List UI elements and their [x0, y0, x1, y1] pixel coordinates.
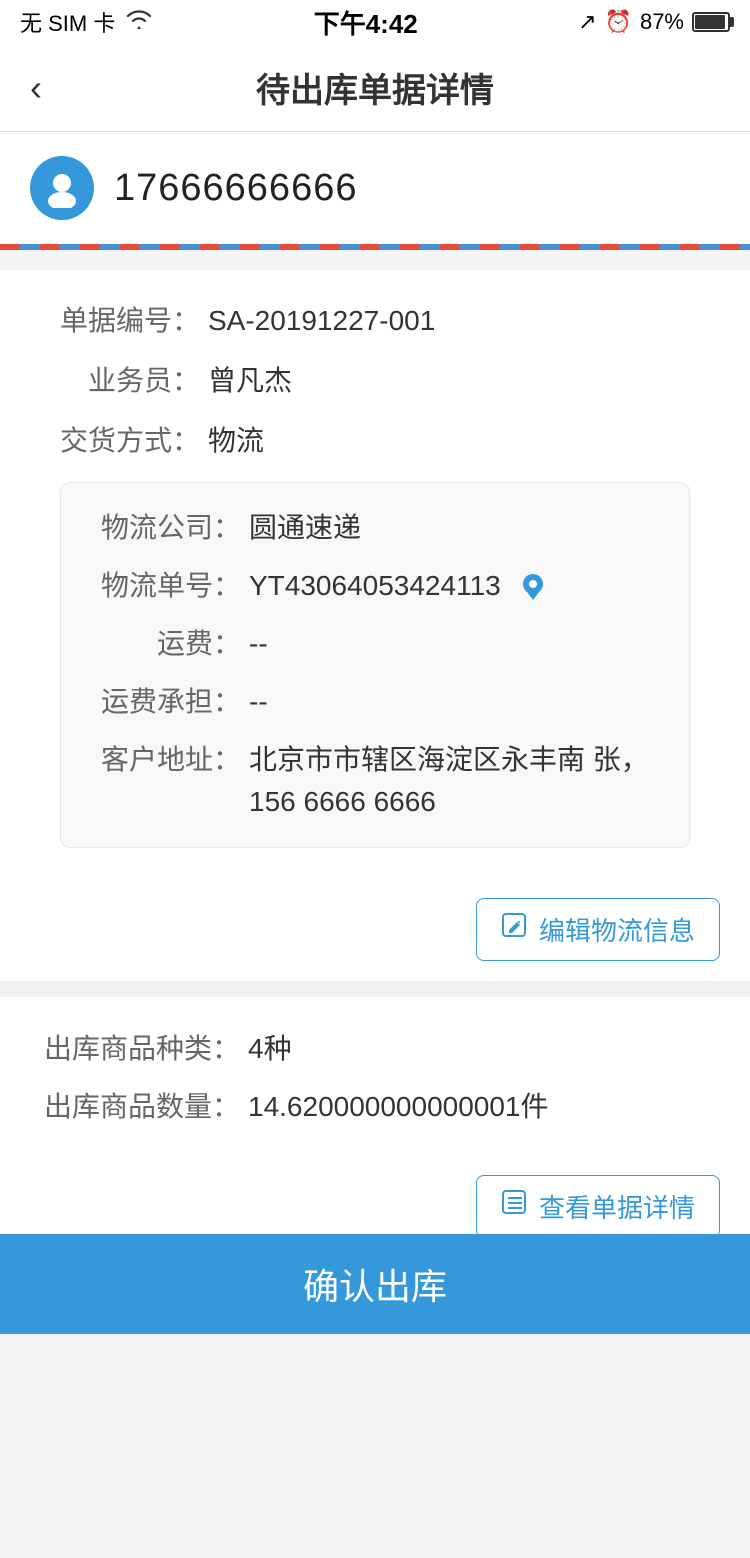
delivery-method-row: 交货方式： 物流 [40, 420, 710, 462]
view-detail-button[interactable]: 查看单据详情 [476, 1175, 720, 1238]
logistics-card: 物流公司： 圆通速递 物流单号： YT43064053424113 [60, 482, 690, 848]
alarm-icon: ⏰ [605, 9, 632, 35]
status-bar-right: ↗ ⏰ 87% [578, 9, 730, 35]
freight-bearer-value: -- [249, 681, 669, 723]
status-bar: 无 SIM 卡 下午4:42 ↗ ⏰ 87% [0, 0, 750, 44]
avatar-icon [42, 168, 82, 208]
document-no-row: 单据编号： SA-20191227-001 [40, 300, 710, 342]
edit-icon [501, 912, 529, 947]
edit-logistics-section: 编辑物流信息 [0, 878, 750, 981]
page-title: 待出库单据详情 [256, 63, 494, 112]
avatar [30, 156, 94, 220]
tracking-location-icon[interactable] [515, 568, 551, 604]
edit-logistics-button[interactable]: 编辑物流信息 [476, 898, 720, 961]
tracking-row: 物流单号： YT43064053424113 [81, 565, 669, 607]
list-icon [501, 1189, 529, 1224]
address-row: 客户地址： 北京市市辖区海淀区永丰南 张，156 6666 6666 [81, 739, 669, 823]
tracking-label: 物流单号： [81, 565, 241, 607]
view-detail-label: 查看单据详情 [539, 1188, 695, 1225]
freight-label: 运费： [81, 623, 241, 665]
tracking-value: YT43064053424113 [249, 565, 669, 607]
address-label: 客户地址： [81, 739, 241, 781]
section-separator [0, 981, 750, 997]
dashed-divider [0, 244, 750, 250]
confirm-button[interactable]: 确认出库 [303, 1258, 447, 1310]
goods-type-label: 出库商品种类： [40, 1027, 240, 1067]
goods-section: 出库商品种类： 4种 出库商品数量： 14.620000000000001件 [0, 997, 750, 1155]
wifi-icon [125, 8, 153, 36]
freight-value: -- [249, 623, 669, 665]
carrier-text: 无 SIM 卡 [20, 6, 115, 38]
user-header: 17666666666 [0, 132, 750, 244]
goods-quantity-row: 出库商品数量： 14.620000000000001件 [40, 1085, 710, 1125]
back-button[interactable]: ‹ [30, 67, 42, 109]
status-bar-left: 无 SIM 卡 [20, 6, 153, 38]
goods-type-value: 4种 [248, 1027, 292, 1067]
logistics-company-row: 物流公司： 圆通速递 [81, 507, 669, 549]
basic-info-section: 单据编号： SA-20191227-001 业务员： 曾凡杰 交货方式： 物流 … [0, 270, 750, 878]
goods-quantity-label: 出库商品数量： [40, 1085, 240, 1125]
freight-row: 运费： -- [81, 623, 669, 665]
freight-bearer-row: 运费承担： -- [81, 681, 669, 723]
battery-percentage: 87% [640, 9, 684, 35]
salesman-label: 业务员： [40, 360, 200, 402]
logistics-company-label: 物流公司： [81, 507, 241, 549]
logistics-company-value: 圆通速递 [249, 507, 669, 549]
delivery-method-label: 交货方式： [40, 420, 200, 462]
user-phone: 17666666666 [114, 167, 357, 210]
document-no-label: 单据编号： [40, 300, 200, 342]
salesman-row: 业务员： 曾凡杰 [40, 360, 710, 402]
edit-logistics-label: 编辑物流信息 [539, 911, 695, 948]
goods-type-row: 出库商品种类： 4种 [40, 1027, 710, 1067]
address-value: 北京市市辖区海淀区永丰南 张，156 6666 6666 [249, 739, 669, 823]
confirm-button-wrap: 确认出库 [0, 1234, 750, 1334]
salesman-value: 曾凡杰 [208, 360, 710, 402]
status-time: 下午4:42 [314, 4, 418, 41]
location-indicator: ↗ [578, 9, 596, 35]
goods-quantity-value: 14.620000000000001件 [248, 1085, 549, 1125]
battery-icon [692, 12, 730, 32]
document-no-value: SA-20191227-001 [208, 300, 710, 342]
freight-bearer-label: 运费承担： [81, 681, 241, 723]
delivery-method-value: 物流 [208, 420, 710, 462]
nav-bar: ‹ 待出库单据详情 [0, 44, 750, 132]
